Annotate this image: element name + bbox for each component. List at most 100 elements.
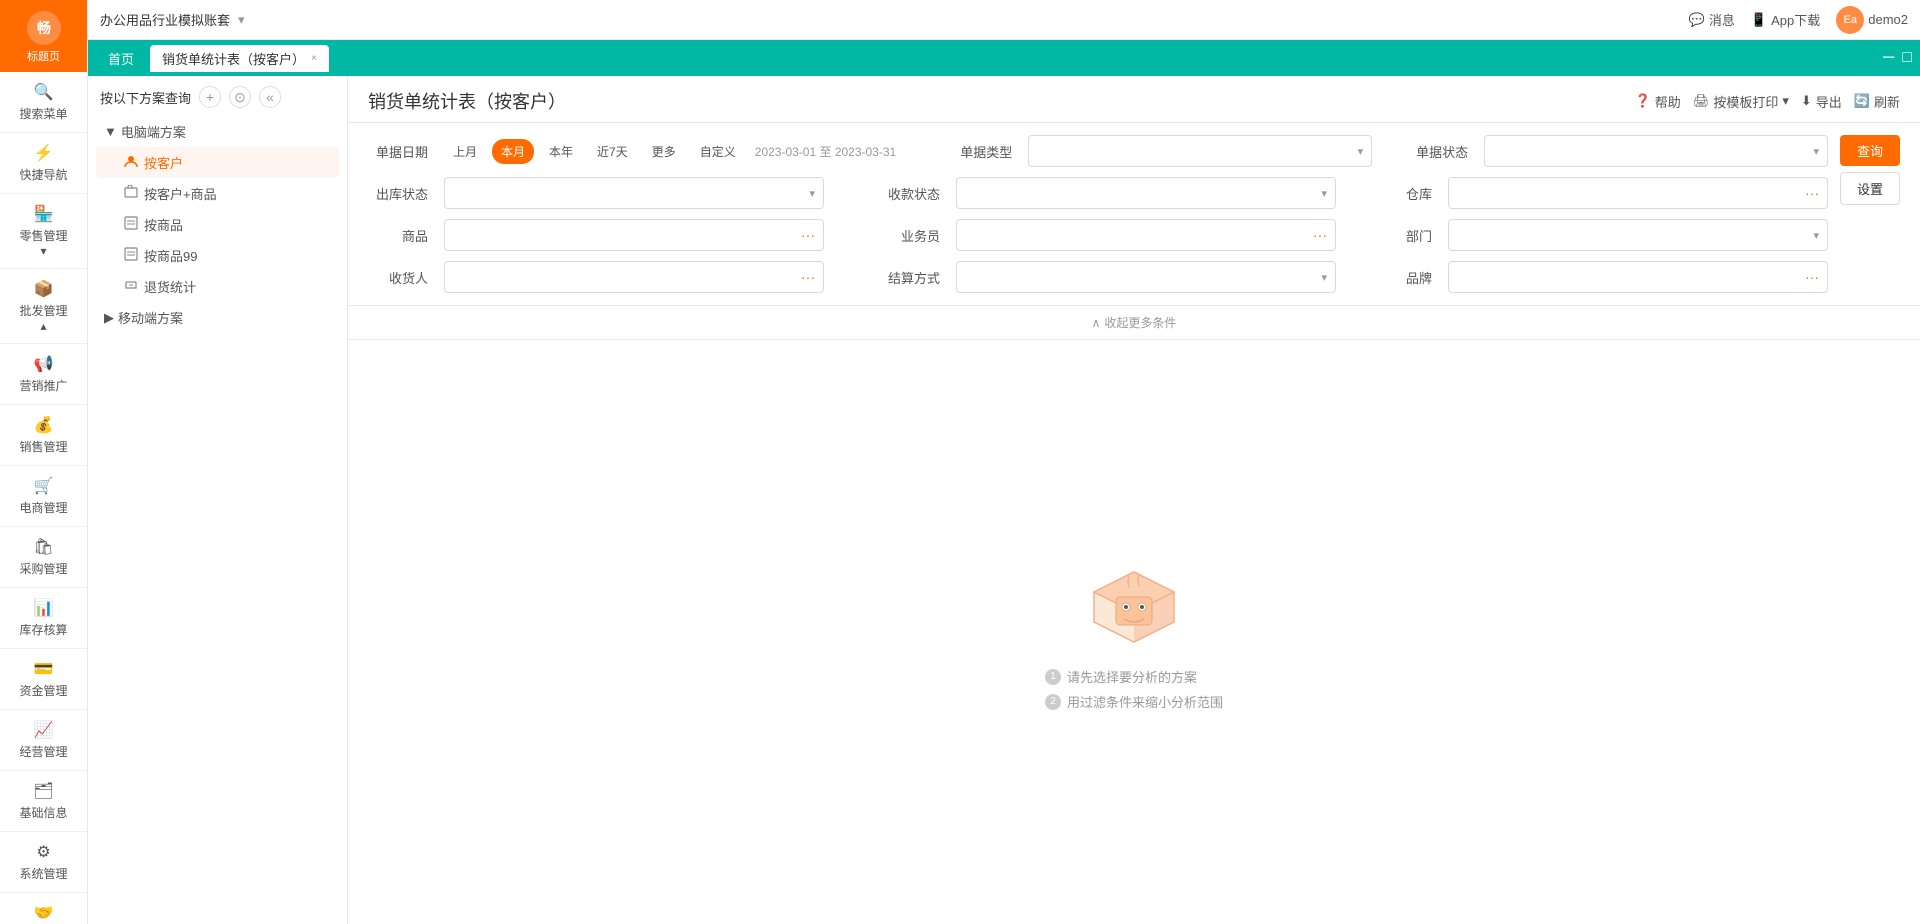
out-status-label: 出库状态 (368, 184, 428, 203)
sidebar-item-quicknav[interactable]: ⚡ 快捷导航 (0, 133, 87, 194)
header-actions: ❓ 帮助 🖨 按模板打印 ▾ ⬇ 导出 🔄 刷新 (1635, 92, 1900, 111)
scheme-label: 按客户+商品 (144, 184, 217, 203)
sidebar-item-retail[interactable]: 🏪 零售管理 ▾ (0, 194, 87, 269)
scheme-settings-btn[interactable]: ⊙ (229, 86, 251, 108)
app-download-btn[interactable]: 📱 App下载 (1751, 10, 1820, 29)
scheme-item-goods[interactable]: 按商品 (96, 209, 339, 240)
date-label: 单据日期 (368, 142, 428, 161)
filter-row-status: 出库状态 ▾ 收款状态 ▾ 仓库 ··· (368, 177, 1828, 209)
filter-rows-container: 单据日期 上月 本月 本年 近7天 更多 自定义 2023-03-01 至 20… (368, 135, 1828, 293)
right-panel-header: 销货单统计表（按客户） ❓ 帮助 🖨 按模板打印 ▾ ⬇ 导出 🔄 刷新 (348, 76, 1920, 123)
sidebar-item-marketing[interactable]: 📢 营销推广 (0, 344, 87, 405)
tab-minimize-btn[interactable]: ─ (1883, 49, 1894, 67)
tab-home[interactable]: 首页 (96, 45, 146, 72)
print-btn[interactable]: 🖨 按模板打印 ▾ (1693, 92, 1789, 111)
print-dropdown-icon: ▾ (1782, 93, 1789, 109)
scheme-item-returns[interactable]: 退货统计 (96, 271, 339, 302)
doc-type-select[interactable]: ▾ (1028, 135, 1372, 167)
sidebar-item-inventory[interactable]: 📊 库存核算 (0, 588, 87, 649)
sidebar-item-search[interactable]: 🔍 搜索菜单 (0, 72, 87, 133)
search-icon: 🔍 (34, 82, 54, 102)
scheme-item-customer-goods[interactable]: 按客户+商品 (96, 178, 339, 209)
brand-label: 品牌 (1372, 268, 1432, 287)
tip-num-1: 1 (1045, 669, 1061, 685)
dropdown-icon[interactable]: ▾ (238, 12, 245, 28)
top-bar-right: 💬 消息 📱 App下载 Ea demo2 (1689, 6, 1908, 34)
tab-close-icon[interactable]: × (311, 53, 317, 64)
recipient-dots: ··· (801, 269, 815, 285)
sidebar-item-basic[interactable]: 🗂 基础信息 (0, 771, 87, 832)
sidebar-item-ecommerce[interactable]: 🛒 电商管理 (0, 466, 87, 527)
sidebar-item-operations[interactable]: 📈 经营管理 (0, 710, 87, 771)
scheme-label: 退货统计 (144, 277, 196, 296)
warehouse-select[interactable]: ··· (1448, 177, 1828, 209)
doc-type-label: 单据类型 (952, 142, 1012, 161)
scheme-item-goods99[interactable]: 按商品99 (96, 240, 339, 271)
purchase-icon: 🛍 (33, 537, 53, 557)
industry-name: 办公用品行业模拟账套 (100, 10, 230, 29)
brand-select[interactable]: ··· (1448, 261, 1828, 293)
sidebar-item-enterprise[interactable]: 🤝 企业协同 (0, 893, 87, 924)
sidebar-item-system[interactable]: ⚙ 系统管理 (0, 832, 87, 893)
recipient-select[interactable]: ··· (444, 261, 824, 293)
page-title: 销货单统计表（按客户） (368, 88, 566, 114)
desktop-group-header[interactable]: ▼ 电脑端方案 (96, 116, 339, 147)
settings-button[interactable]: 设置 (1840, 172, 1900, 205)
action-buttons: 查询 设置 (1840, 135, 1900, 205)
recipient-label: 收货人 (368, 268, 428, 287)
salesperson-select[interactable]: ··· (956, 219, 1336, 251)
mobile-group-header[interactable]: ▶ 移动端方案 (96, 302, 339, 333)
date-btn-lastmonth[interactable]: 上月 (444, 139, 486, 164)
goods99-icon (124, 247, 138, 264)
sidebar-logo: 畅 标题页 (0, 0, 87, 72)
system-icon: ⚙ (36, 842, 50, 862)
finance-icon: 💳 (34, 659, 54, 679)
operations-icon: 📈 (34, 720, 54, 740)
filter-row-date: 单据日期 上月 本月 本年 近7天 更多 自定义 2023-03-01 至 20… (368, 135, 1828, 167)
main-content: 按以下方案查询 + ⊙ « ▼ 电脑端方案 按客户 (88, 76, 1920, 924)
out-status-select[interactable]: ▾ (444, 177, 824, 209)
collapse-up-icon: ∧ (1092, 316, 1101, 330)
refresh-btn[interactable]: 🔄 刷新 (1854, 92, 1900, 111)
sidebar-item-wholesale[interactable]: 📦 批发管理 ▴ (0, 269, 87, 344)
tab-maximize-btn[interactable]: □ (1902, 49, 1912, 67)
tab-sales-stats[interactable]: 销货单统计表（按客户） × (150, 45, 329, 72)
logo-text: 标题页 (27, 48, 60, 64)
desktop-group: ▼ 电脑端方案 按客户 按客户+ (88, 116, 347, 302)
date-btn-custom[interactable]: 自定义 (691, 139, 745, 164)
doc-status-select[interactable]: ▾ (1484, 135, 1828, 167)
wholesale-icon: 📦 (34, 279, 54, 299)
sidebar-item-sales[interactable]: 💰 销售管理 (0, 405, 87, 466)
settlement-select[interactable]: ▾ (956, 261, 1336, 293)
collapse-bar[interactable]: ∧ 收起更多条件 (348, 306, 1920, 340)
date-btn-last7days[interactable]: 近7天 (588, 139, 637, 164)
dept-select[interactable]: ▾ (1448, 219, 1828, 251)
date-btn-thismonth[interactable]: 本月 (492, 139, 534, 164)
top-bar: 办公用品行业模拟账套 ▾ 💬 消息 📱 App下载 Ea demo2 (88, 0, 1920, 40)
export-btn[interactable]: ⬇ 导出 (1801, 92, 1842, 111)
user-avatar[interactable]: Ea demo2 (1836, 6, 1908, 34)
collapse-panel-btn[interactable]: « (259, 86, 281, 108)
query-button[interactable]: 查询 (1840, 135, 1900, 166)
help-btn[interactable]: ❓ 帮助 (1635, 92, 1681, 111)
receipt-status-select[interactable]: ▾ (956, 177, 1336, 209)
receipt-status-chevron: ▾ (1321, 187, 1327, 200)
add-scheme-btn[interactable]: + (199, 86, 221, 108)
svg-text:畅: 畅 (37, 20, 51, 36)
sidebar-item-finance[interactable]: 💳 资金管理 (0, 649, 87, 710)
left-panel-header: 按以下方案查询 + ⊙ « (88, 86, 347, 116)
sidebar-item-purchase[interactable]: 🛍 采购管理 (0, 527, 87, 588)
scheme-item-by-customer[interactable]: 按客户 (96, 147, 339, 178)
goods-select[interactable]: ··· (444, 219, 824, 251)
date-btn-thisyear[interactable]: 本年 (540, 139, 582, 164)
message-btn[interactable]: 💬 消息 (1689, 10, 1735, 29)
date-btn-more[interactable]: 更多 (643, 139, 685, 164)
logo-icon: 畅 (24, 8, 64, 48)
salesperson-dots: ··· (1313, 227, 1327, 243)
customer-icon (124, 154, 138, 171)
download-icon: 📱 (1751, 12, 1767, 28)
collapse-btn[interactable]: ∧ 收起更多条件 (1092, 314, 1177, 331)
doc-type-chevron: ▾ (1358, 145, 1364, 158)
retail-icon: 🏪 (34, 204, 54, 224)
export-icon: ⬇ (1801, 93, 1812, 109)
